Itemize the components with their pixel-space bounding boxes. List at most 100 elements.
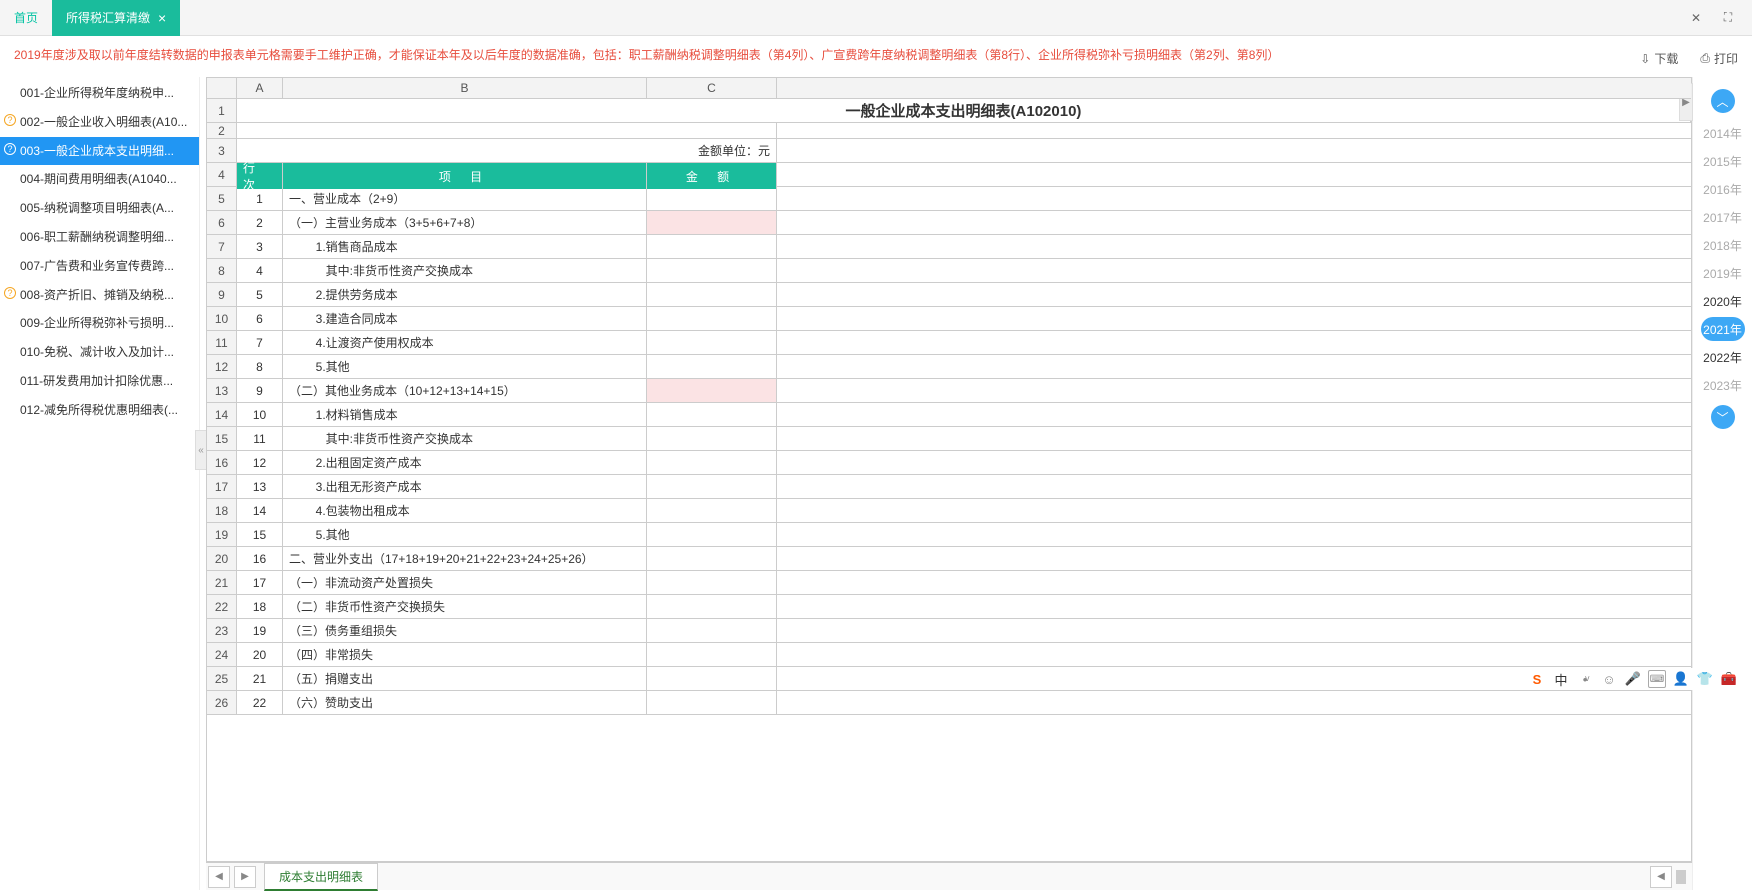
sidebar-item[interactable]: 012-减免所得税优惠明细表(... <box>0 396 199 425</box>
cell-item[interactable]: （五）捐赠支出 <box>283 667 647 690</box>
row-header[interactable]: 5 <box>207 187 237 210</box>
spreadsheet-grid[interactable]: A B C 1 一般企业成本支出明细表(A102010) 2 3 金 <box>206 77 1692 862</box>
sogou-icon[interactable]: S <box>1528 670 1546 688</box>
sidebar-item[interactable]: 011-研发费用加计扣除优惠... <box>0 367 199 396</box>
row-header[interactable]: 2 <box>207 123 237 138</box>
fullscreen-icon[interactable]: ⛶ <box>1718 8 1738 28</box>
cell-item[interactable]: （三）债务重组损失 <box>283 619 647 642</box>
row-header[interactable]: 8 <box>207 259 237 282</box>
cell-item[interactable]: 2.提供劳务成本 <box>283 283 647 306</box>
cell-rownum[interactable]: 15 <box>237 523 283 546</box>
cell-item[interactable]: 4.包装物出租成本 <box>283 499 647 522</box>
cell-rownum[interactable]: 5 <box>237 283 283 306</box>
ime-user-icon[interactable]: 👤 <box>1672 670 1690 688</box>
cell-amount[interactable] <box>647 379 777 402</box>
cell-rownum[interactable]: 22 <box>237 691 283 714</box>
sidebar-item[interactable]: ?002-一般企业收入明细表(A10... <box>0 108 199 137</box>
col-header-b[interactable]: B <box>283 78 647 98</box>
cell-rownum[interactable]: 20 <box>237 643 283 666</box>
cell-item[interactable]: （二）非货币性资产交换损失 <box>283 595 647 618</box>
cell-item[interactable]: 4.让渡资产使用权成本 <box>283 331 647 354</box>
download-button[interactable]: ⇩ 下载 <box>1640 50 1678 67</box>
row-header[interactable]: 19 <box>207 523 237 546</box>
cell-rownum[interactable]: 17 <box>237 571 283 594</box>
cell-amount[interactable] <box>647 595 777 618</box>
cell-item[interactable]: 其中:非货币性资产交换成本 <box>283 259 647 282</box>
cell-rownum[interactable]: 10 <box>237 403 283 426</box>
row-header[interactable]: 6 <box>207 211 237 234</box>
cell-rownum[interactable]: 8 <box>237 355 283 378</box>
ime-voice-icon[interactable]: 🎤 <box>1624 670 1642 688</box>
tab-home[interactable]: 首页 <box>0 0 52 36</box>
year-pill[interactable]: 2021年 <box>1701 317 1745 341</box>
cell-amount[interactable] <box>647 211 777 234</box>
cell-item[interactable]: 2.出租固定资产成本 <box>283 451 647 474</box>
cell-amount[interactable] <box>647 355 777 378</box>
row-header[interactable]: 20 <box>207 547 237 570</box>
cell-amount[interactable] <box>647 331 777 354</box>
ime-emoji-icon[interactable]: ☺ <box>1600 670 1618 688</box>
cell-amount[interactable] <box>647 235 777 258</box>
cell-rownum[interactable]: 12 <box>237 451 283 474</box>
close-icon[interactable]: ✕ <box>1686 8 1706 28</box>
cell-amount[interactable] <box>647 187 777 210</box>
cell-amount[interactable] <box>647 259 777 282</box>
cell-amount[interactable] <box>647 283 777 306</box>
tab-active[interactable]: 所得税汇算清缴 × <box>52 0 180 36</box>
sidebar-item[interactable]: 009-企业所得税弥补亏损明... <box>0 309 199 338</box>
row-header[interactable]: 22 <box>207 595 237 618</box>
cell-item[interactable]: 其中:非货币性资产交换成本 <box>283 427 647 450</box>
cell-amount[interactable] <box>647 475 777 498</box>
row-header[interactable]: 12 <box>207 355 237 378</box>
cell-rownum[interactable]: 21 <box>237 667 283 690</box>
col-header-a[interactable]: A <box>237 78 283 98</box>
cell-rownum[interactable]: 14 <box>237 499 283 522</box>
cell-rownum[interactable]: 13 <box>237 475 283 498</box>
cell-rownum[interactable]: 3 <box>237 235 283 258</box>
row-header[interactable]: 1 <box>207 99 237 122</box>
cell-item[interactable]: （一）非流动资产处置损失 <box>283 571 647 594</box>
scroll-up-icon[interactable]: ︿ <box>1711 89 1735 113</box>
ime-toolbox-icon[interactable]: 🧰 <box>1720 670 1738 688</box>
print-button[interactable]: ⎙ 打印 <box>1700 50 1738 67</box>
cell-item[interactable]: 3.出租无形资产成本 <box>283 475 647 498</box>
cell-amount[interactable] <box>647 427 777 450</box>
grid-corner[interactable] <box>207 78 237 98</box>
year-pill[interactable]: 2022年 <box>1701 345 1745 369</box>
sidebar-item[interactable]: 005-纳税调整项目明细表(A... <box>0 194 199 223</box>
cell-amount[interactable] <box>647 691 777 714</box>
row-header[interactable]: 14 <box>207 403 237 426</box>
row-header[interactable]: 25 <box>207 667 237 690</box>
cell-item[interactable]: （二）其他业务成本（10+12+13+14+15） <box>283 379 647 402</box>
cell-rownum[interactable]: 11 <box>237 427 283 450</box>
ime-skin-icon[interactable]: 👕 <box>1696 670 1714 688</box>
cell-amount[interactable] <box>647 643 777 666</box>
cell-rownum[interactable]: 16 <box>237 547 283 570</box>
sidebar-item[interactable]: 004-期间费用明细表(A1040... <box>0 165 199 194</box>
cell-rownum[interactable]: 4 <box>237 259 283 282</box>
row-header[interactable]: 23 <box>207 619 237 642</box>
row-header[interactable]: 13 <box>207 379 237 402</box>
cell-amount[interactable] <box>647 619 777 642</box>
cell-item[interactable]: 二、营业外支出（17+18+19+20+21+22+23+24+25+26） <box>283 547 647 570</box>
cell-amount[interactable] <box>647 667 777 690</box>
sidebar-item[interactable]: ?003-一般企业成本支出明细... <box>0 137 199 166</box>
cell-item[interactable]: 3.建造合同成本 <box>283 307 647 330</box>
row-header[interactable]: 15 <box>207 427 237 450</box>
cell-rownum[interactable]: 6 <box>237 307 283 330</box>
cell-amount[interactable] <box>647 571 777 594</box>
sidebar-item[interactable]: ?008-资产折旧、摊销及纳税... <box>0 281 199 310</box>
row-header[interactable]: 17 <box>207 475 237 498</box>
sidebar-item[interactable]: 010-免税、减计收入及加计... <box>0 338 199 367</box>
scroll-left-icon[interactable]: ◀ <box>1650 866 1672 888</box>
close-icon[interactable]: × <box>158 10 166 26</box>
row-header[interactable]: 10 <box>207 307 237 330</box>
cell-rownum[interactable]: 1 <box>237 187 283 210</box>
cell-item[interactable]: 5.其他 <box>283 355 647 378</box>
cell-item[interactable]: （一）主营业务成本（3+5+6+7+8） <box>283 211 647 234</box>
cell-rownum[interactable]: 18 <box>237 595 283 618</box>
cell-item[interactable]: 一、营业成本（2+9） <box>283 187 647 210</box>
cell-rownum[interactable]: 7 <box>237 331 283 354</box>
ime-punct-icon[interactable]: •ͮ <box>1576 670 1594 688</box>
cell-rownum[interactable]: 9 <box>237 379 283 402</box>
